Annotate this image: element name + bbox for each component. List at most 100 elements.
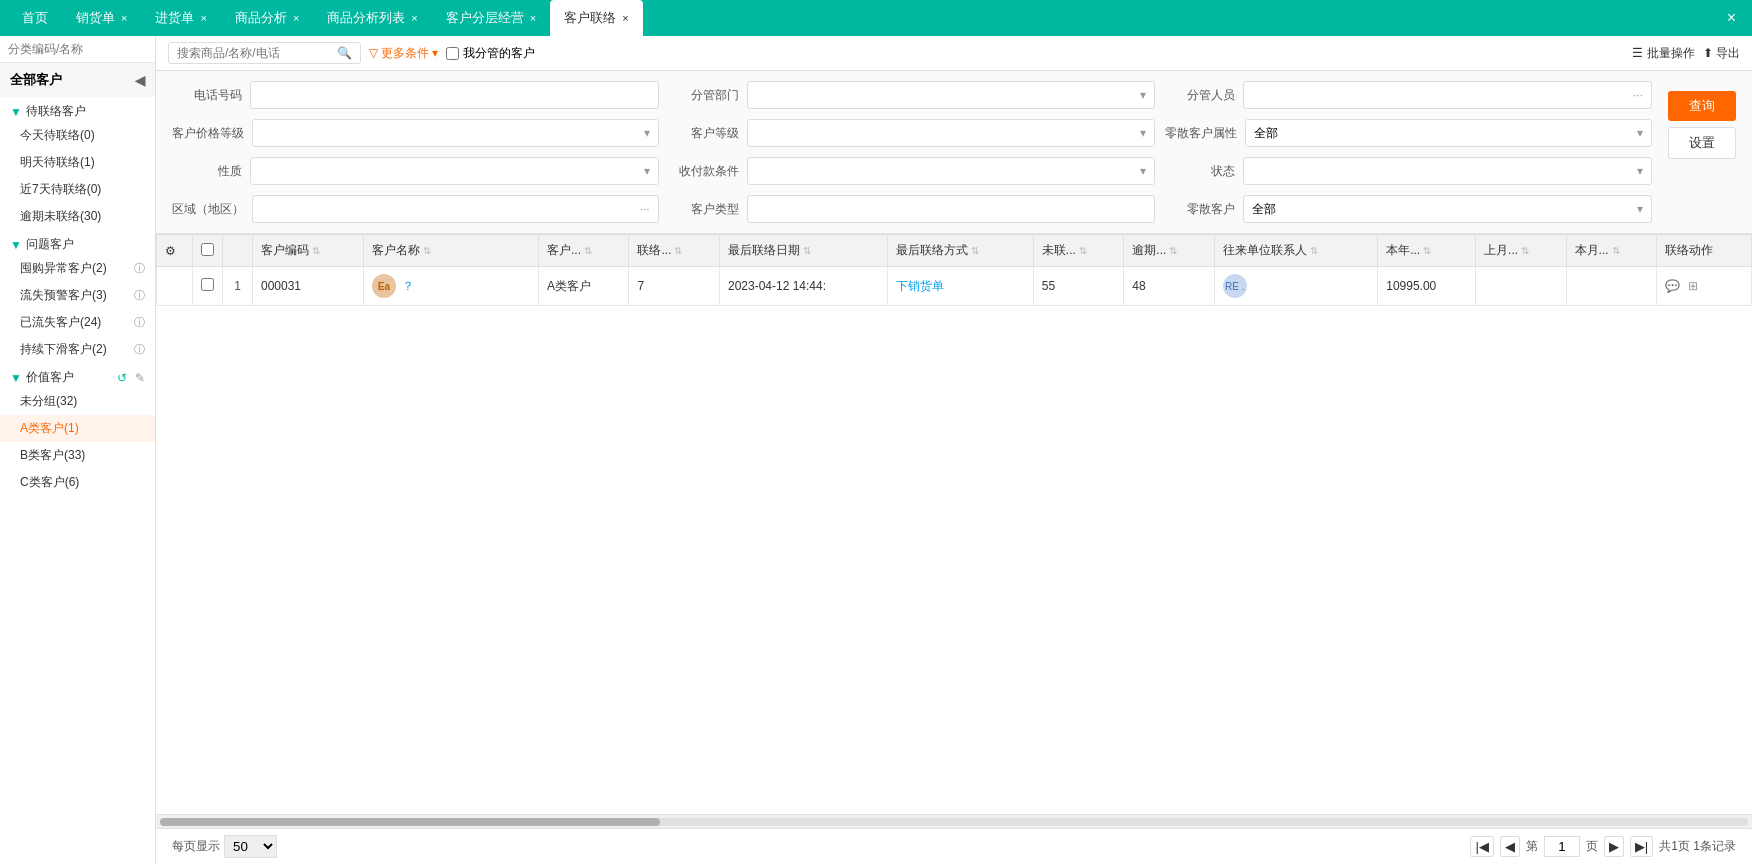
qr-icon[interactable]: ⊞ (1688, 279, 1698, 293)
nature-select[interactable]: ▾ (250, 157, 659, 185)
th-last-month[interactable]: 上月...⇅ (1476, 235, 1566, 267)
th-no-contact[interactable]: 未联...⇅ (1033, 235, 1123, 267)
next-page-button[interactable]: ▶ (1604, 836, 1624, 857)
sidebar-item-today-pending[interactable]: 今天待联络(0) (0, 122, 155, 149)
select-all-checkbox[interactable] (201, 243, 214, 256)
chat-icon[interactable]: 💬 (1665, 279, 1680, 293)
sidebar-item-c-class[interactable]: C类客户(6) (0, 469, 155, 496)
settings-button[interactable]: 设置 (1668, 127, 1736, 159)
sidebar-group-pending-contact[interactable]: ▼ 待联络客户 (0, 97, 155, 122)
retail-attr-select[interactable]: 全部 ▾ (1245, 119, 1652, 147)
sidebar-item-b-class[interactable]: B类客户(33) (0, 442, 155, 469)
person-input[interactable]: ··· (1243, 81, 1652, 109)
th-last-contact-method[interactable]: 最后联络方式⇅ (887, 235, 1033, 267)
sort-unit-contact-icon[interactable]: ⇅ (1310, 245, 1318, 256)
payment-select[interactable]: ▾ (747, 157, 1156, 185)
sidebar-collapse-icon[interactable]: ◀ (135, 73, 145, 88)
dept-select[interactable]: ▾ (747, 81, 1156, 109)
th-unit-contact[interactable]: 往来单位联系人⇅ (1214, 235, 1377, 267)
group-pending-contact-label: 待联络客户 (26, 103, 86, 120)
sidebar-item-declining[interactable]: 持续下滑客户(2) ⓘ (0, 336, 155, 363)
page-number-input[interactable] (1544, 836, 1580, 857)
sidebar-item-tomorrow-pending[interactable]: 明天待联络(1) (0, 149, 155, 176)
edit-icon[interactable]: ✎ (135, 371, 145, 385)
customer-level-select[interactable]: ▾ (747, 119, 1156, 147)
my-customers-checkbox-label[interactable]: 我分管的客户 (446, 45, 535, 62)
sidebar-item-7days-pending[interactable]: 近7天待联络(0) (0, 176, 155, 203)
row-last-contact-method-cell: 下销货单 (887, 267, 1033, 306)
prev-page-button[interactable]: ◀ (1500, 836, 1520, 857)
sort-date-icon[interactable]: ⇅ (803, 245, 811, 256)
search-input[interactable] (177, 46, 337, 60)
sidebar-group-value-customers[interactable]: ▼ 价值客户 ↺ ✎ (0, 363, 155, 388)
sidebar-item-churned[interactable]: 已流失客户(24) ⓘ (0, 309, 155, 336)
nav-tab-customer-contact[interactable]: 客户联络 × (550, 0, 642, 36)
sidebar-search-input[interactable] (8, 42, 156, 56)
th-customer-name[interactable]: 客户名称⇅ (363, 235, 538, 267)
sort-method-icon[interactable]: ⇅ (971, 245, 979, 256)
sort-last-month-icon[interactable]: ⇅ (1521, 245, 1529, 256)
close-product-analysis-list-icon[interactable]: × (411, 12, 417, 24)
sort-contact-icon[interactable]: ⇅ (674, 245, 682, 256)
sidebar-item-churn-warning[interactable]: 流失预警客户(3) ⓘ (0, 282, 155, 309)
close-purchaseorder-icon[interactable]: × (200, 12, 206, 24)
customer-name[interactable]: ？ (402, 278, 414, 295)
status-select[interactable]: ▾ (1243, 157, 1652, 185)
more-filters-button[interactable]: ▽ 更多条件 ▾ (369, 45, 438, 62)
customer-type-select[interactable] (747, 195, 1156, 223)
nav-home[interactable]: 首页 (8, 0, 62, 36)
nav-tab-purchaseorder[interactable]: 进货单 × (141, 0, 220, 36)
phone-input[interactable] (250, 81, 659, 109)
th-this-month[interactable]: 本月...⇅ (1566, 235, 1656, 267)
th-checkbox[interactable] (193, 235, 223, 267)
per-page-select[interactable]: 50 100 200 (224, 835, 277, 858)
sort-no-contact-icon[interactable]: ⇅ (1079, 245, 1087, 256)
sidebar-item-unclassified[interactable]: 未分组(32) (0, 388, 155, 415)
close-product-analysis-icon[interactable]: × (293, 12, 299, 24)
scrollbar-thumb[interactable] (160, 818, 660, 826)
th-customer-type[interactable]: 客户...⇅ (538, 235, 628, 267)
sort-name-icon[interactable]: ⇅ (423, 245, 431, 256)
sort-year-icon[interactable]: ⇅ (1423, 245, 1431, 256)
sidebar-item-overdue-contact[interactable]: 逾期未联络(30) (0, 203, 155, 230)
sidebar-group-problem-customers[interactable]: ▼ 问题客户 (0, 230, 155, 255)
th-this-year[interactable]: 本年...⇅ (1378, 235, 1476, 267)
th-settings[interactable]: ⚙ (157, 235, 193, 267)
close-customer-segment-icon[interactable]: × (530, 12, 536, 24)
row-code-cell[interactable]: 000031 (253, 267, 364, 306)
sort-overdue-icon[interactable]: ⇅ (1169, 245, 1177, 256)
sort-type-icon[interactable]: ⇅ (584, 245, 592, 256)
sidebar-all-customers-header[interactable]: 全部客户 ◀ (0, 63, 155, 97)
nav-tab-product-analysis[interactable]: 商品分析 × (221, 0, 313, 36)
close-salesorder-icon[interactable]: × (121, 12, 127, 24)
close-all-tabs-button[interactable]: × (1719, 9, 1744, 27)
th-customer-code[interactable]: 客户编码⇅ (253, 235, 364, 267)
nav-tab-product-analysis-list[interactable]: 商品分析列表 × (313, 0, 431, 36)
my-customers-checkbox[interactable] (446, 47, 459, 60)
search-icon[interactable]: 🔍 (337, 46, 352, 60)
export-button[interactable]: ⬆ 导出 (1703, 45, 1740, 62)
refresh-icon[interactable]: ↺ (117, 371, 127, 385)
query-button[interactable]: 查询 (1668, 91, 1736, 121)
region-input[interactable]: ··· (252, 195, 659, 223)
row-checkbox[interactable] (201, 278, 214, 291)
sort-this-month-icon[interactable]: ⇅ (1612, 245, 1620, 256)
batch-ops-button[interactable]: ☰ 批量操作 (1632, 45, 1695, 62)
th-overdue[interactable]: 逾期...⇅ (1124, 235, 1214, 267)
nav-tab-customer-segment[interactable]: 客户分层经营 × (432, 0, 550, 36)
first-page-button[interactable]: |◀ (1470, 836, 1493, 857)
sidebar-item-hoarding-abnormal[interactable]: 囤购异常客户(2) ⓘ (0, 255, 155, 282)
horizontal-scrollbar[interactable] (156, 814, 1752, 828)
retail-customer-select[interactable]: 全部 ▾ (1243, 195, 1652, 223)
last-page-button[interactable]: ▶| (1630, 836, 1653, 857)
nature-label: 性质 (172, 163, 242, 180)
close-customer-contact-icon[interactable]: × (622, 12, 628, 24)
sort-code-icon[interactable]: ⇅ (312, 245, 320, 256)
th-contact[interactable]: 联络...⇅ (629, 235, 719, 267)
row-checkbox-cell[interactable] (193, 267, 223, 306)
nav-tab-salesorder[interactable]: 销货单 × (62, 0, 141, 36)
contact-method-link[interactable]: 下销货单 (896, 279, 944, 293)
th-last-contact-date[interactable]: 最后联络日期⇅ (719, 235, 887, 267)
sidebar-item-a-class[interactable]: A类客户(1) (0, 415, 155, 442)
price-level-select[interactable]: ▾ (252, 119, 659, 147)
